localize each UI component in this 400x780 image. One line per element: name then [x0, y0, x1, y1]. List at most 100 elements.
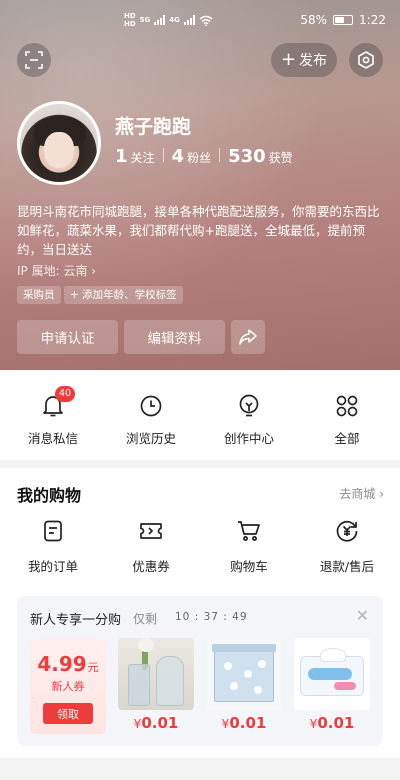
my-orders-entry[interactable]: 我的订单 [3, 518, 103, 578]
bottom-spacer [0, 764, 400, 780]
messages-label: 消息私信 [27, 431, 78, 446]
coupon-unit: 元 [87, 661, 99, 674]
close-icon[interactable]: ✕ [356, 606, 369, 625]
chevron-right-icon: › [91, 264, 97, 278]
product-price: ¥0.01 [294, 714, 370, 732]
product-card[interactable]: ¥0.01 [294, 638, 370, 734]
clock-icon [140, 395, 162, 417]
plus-icon: + [280, 49, 297, 70]
following-count: 1 [115, 146, 128, 167]
chevron-right-icon: › [379, 487, 384, 501]
followers-count: 4 [171, 146, 185, 167]
edit-profile-button[interactable]: 编辑资料 [124, 320, 225, 354]
share-button[interactable] [231, 320, 265, 354]
coupon-name: 新人券 [51, 680, 85, 693]
price-value: 0.01 [229, 714, 267, 732]
product-price: ¥0.01 [118, 714, 194, 732]
history-entry[interactable]: 浏览历史 [101, 370, 201, 460]
newcomer-promo: 新人专享一分购 仅剩 10 : 37 : 49 ✕ 4.99 元 新人券 领取 … [17, 596, 383, 746]
signal-strength-icon [183, 15, 195, 25]
shopping-card: 我的购物 去商城 › 我的订单 优惠券 购物车 退款/售后 新人专享一分购 仅剩… [0, 468, 400, 758]
hd-labels: HD HD [124, 12, 136, 28]
followers-stat[interactable]: 4 粉丝 [172, 146, 212, 167]
battery-fill [335, 17, 345, 23]
countdown-timer: 10 : 37 : 49 [175, 611, 248, 623]
coupon-icon [140, 523, 162, 539]
promo-title: 新人专享一分购 [30, 613, 122, 628]
hd-label: HD [124, 20, 136, 28]
price-value: 0.01 [317, 714, 355, 732]
followers-label: 粉丝 [187, 151, 212, 165]
coupon-price: 4.99 元 [37, 652, 98, 676]
publish-button[interactable]: + 发布 [271, 43, 337, 77]
quick-entry-card: 40 消息私信 浏览历史 创作中心 全部 [0, 370, 400, 460]
network-type-label: 5G [139, 16, 151, 24]
glass-vase-image [118, 638, 194, 710]
divider [162, 148, 164, 162]
profile-bio: 昆明斗南花市同城跑腿，接单各种代跑配送服务，你需要的东西比如鲜花，蔬菜水果，我们… [17, 204, 380, 257]
apply-verification-button[interactable]: 申请认证 [17, 320, 118, 354]
tag-role[interactable]: 采购员 [17, 286, 61, 304]
all-label: 全部 [334, 431, 360, 446]
scan-icon [25, 51, 43, 69]
following-label: 关注 [130, 151, 155, 165]
tissue-pack-image [294, 638, 370, 710]
history-label: 浏览历史 [125, 431, 176, 446]
messages-entry[interactable]: 40 消息私信 [3, 370, 103, 460]
battery-group: 58% 1:22 [300, 13, 386, 27]
price-value: 0.01 [141, 714, 179, 732]
share-icon [239, 329, 257, 345]
settings-button[interactable] [349, 43, 383, 77]
cart-icon [238, 521, 260, 541]
my-orders-label: 我的订单 [27, 559, 78, 574]
product-price: ¥0.01 [206, 714, 282, 732]
publish-label: 发布 [299, 53, 328, 69]
refund-label: 退款/售后 [319, 559, 375, 574]
add-tag-label: 添加年龄、学校标签 [82, 289, 177, 301]
signal-group: HD HD 5G 4G [124, 12, 213, 28]
cart-entry[interactable]: 购物车 [199, 518, 299, 578]
hexagon-settings-icon [358, 51, 374, 69]
creator-center-label: 创作中心 [223, 431, 274, 446]
coupon-amount: 4.99 [37, 652, 87, 676]
newcomer-coupon[interactable]: 4.99 元 新人券 领取 [30, 638, 106, 734]
add-tag-button[interactable]: + 添加年龄、学校标签 [64, 286, 183, 304]
product-card[interactable]: ¥0.01 [206, 638, 282, 734]
storage-box-image [206, 638, 282, 710]
refund-icon [336, 520, 358, 542]
battery-percent: 58% [300, 13, 328, 27]
product-card[interactable]: ¥0.01 [118, 638, 194, 734]
plus-icon: + [70, 289, 83, 301]
profile-stats: 1 关注 4 粉丝 530 获赞 [115, 146, 293, 167]
signal-strength-icon [154, 15, 166, 25]
wifi-icon [199, 15, 213, 26]
hd-label: HD [124, 12, 136, 20]
likes-stat[interactable]: 530 获赞 [228, 146, 293, 167]
likes-count: 530 [228, 146, 266, 167]
grid-icon [336, 395, 358, 417]
unread-badge: 40 [55, 386, 76, 402]
go-to-mall-label: 去商城 [339, 487, 376, 501]
all-entry[interactable]: 全部 [297, 370, 397, 460]
divider [219, 148, 221, 162]
shopping-title: 我的购物 [17, 486, 82, 505]
coupons-label: 优惠券 [132, 559, 170, 574]
creator-center-entry[interactable]: 创作中心 [199, 370, 299, 460]
scan-button[interactable] [17, 43, 51, 77]
lightbulb-icon [239, 394, 259, 417]
ip-location-text: IP 属地: 云南 [17, 264, 88, 278]
avatar[interactable] [17, 101, 101, 185]
go-to-mall-link[interactable]: 去商城 › [339, 485, 384, 502]
battery-icon [333, 15, 354, 25]
claim-coupon-button[interactable]: 领取 [43, 703, 93, 724]
coupons-entry[interactable]: 优惠券 [101, 518, 201, 578]
order-icon [44, 520, 62, 542]
status-bar: HD HD 5G 4G 58% 1:22 [0, 0, 400, 40]
ip-location[interactable]: IP 属地: 云南 › [17, 262, 96, 279]
following-stat[interactable]: 1 关注 [115, 146, 155, 167]
cart-label: 购物车 [230, 559, 268, 574]
likes-label: 获赞 [268, 151, 293, 165]
profile-header: HD HD 5G 4G 58% 1:22 + 发布 燕子跑跑 1 关注 4 粉丝… [0, 0, 400, 372]
promo-remain-label: 仅剩 [133, 612, 158, 626]
refund-entry[interactable]: 退款/售后 [297, 518, 397, 578]
